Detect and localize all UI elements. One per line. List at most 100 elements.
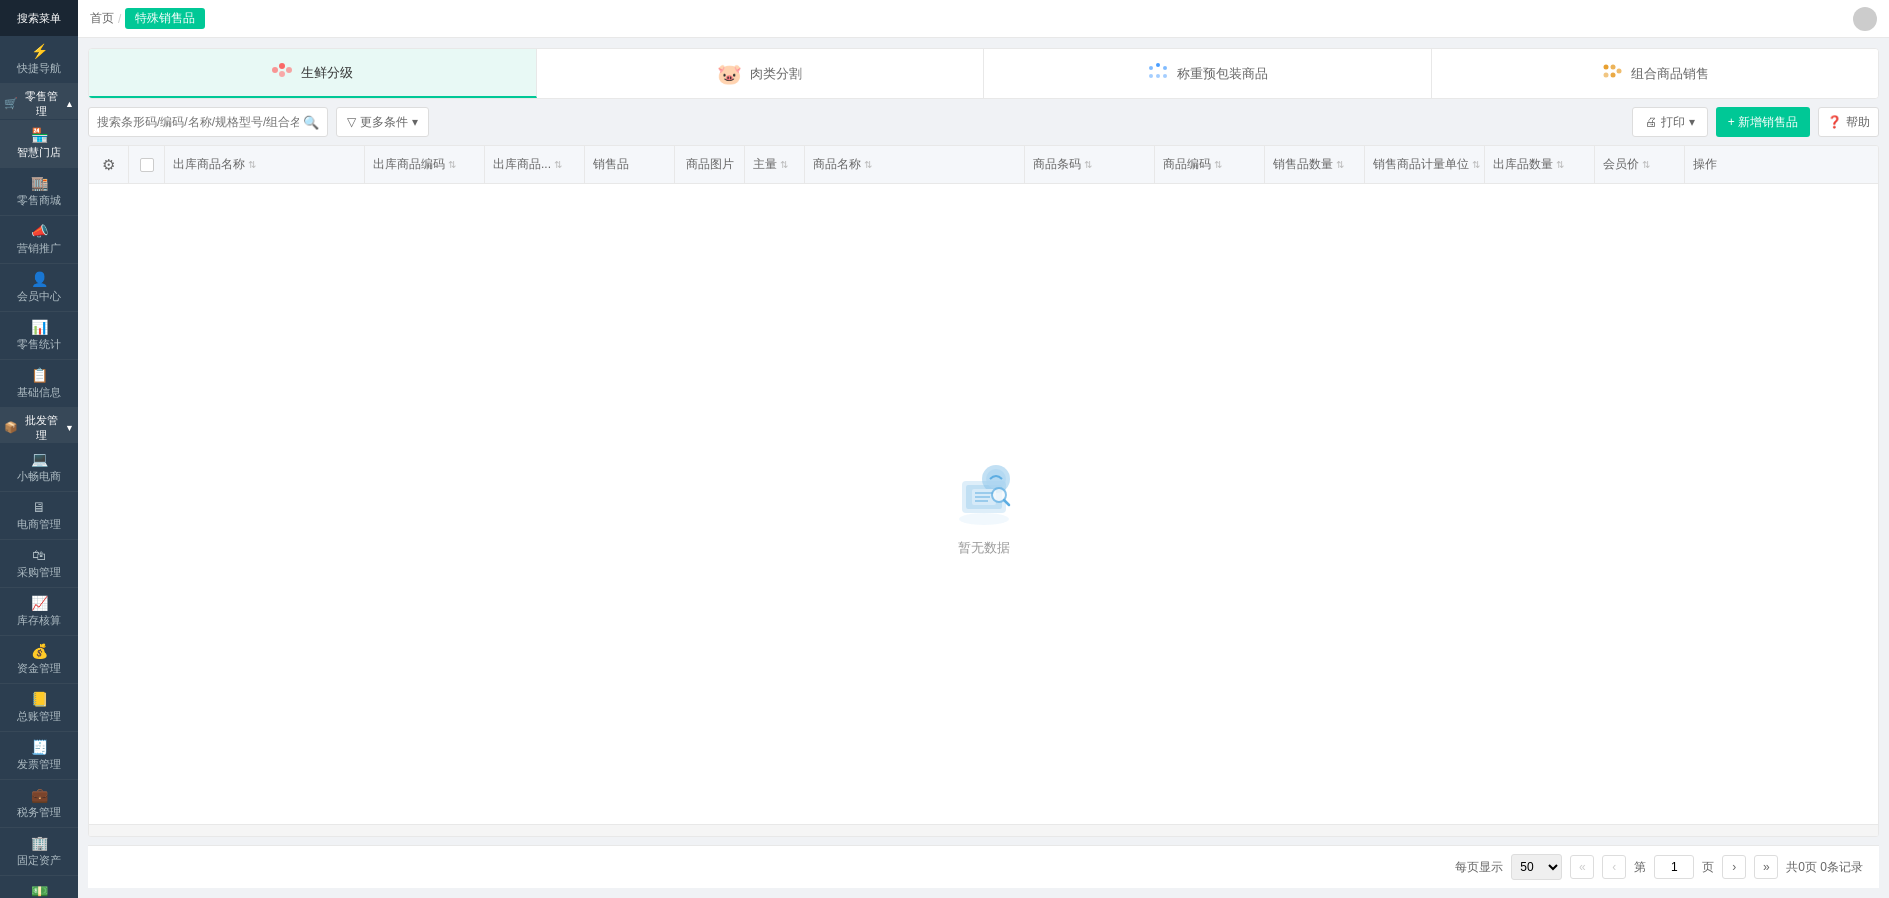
filter-button[interactable]: ▽ 更多条件 ▾: [336, 107, 429, 137]
sort-icon[interactable]: ⇅: [248, 159, 256, 170]
svg-point-19: [986, 469, 1006, 489]
sidebar-item-purchase[interactable]: 🛍 采购管理: [0, 540, 78, 588]
sidebar-item-ecommerce-mgmt[interactable]: 🖥 电商管理: [0, 492, 78, 540]
svg-point-14: [1616, 69, 1621, 74]
page-label: 第: [1634, 859, 1646, 876]
search-box[interactable]: 🔍: [88, 107, 328, 137]
sort-icon[interactable]: ⇅: [1336, 159, 1344, 170]
sort-icon[interactable]: ⇅: [780, 159, 788, 170]
table-body-empty: 暂无数据: [89, 184, 1878, 824]
th-main: 主量 ⇅: [745, 146, 805, 183]
breadcrumb-home[interactable]: 首页: [90, 10, 114, 27]
select-all-checkbox[interactable]: [140, 158, 154, 172]
sidebar-item-ecommerce-small[interactable]: 💻 小畅电商: [0, 444, 78, 492]
column-settings-icon[interactable]: ⚙: [102, 156, 115, 174]
th-out-spec: 出库商品... ⇅: [485, 146, 585, 183]
sidebar-item-inventory[interactable]: 📈 库存核算: [0, 588, 78, 636]
sort-icon[interactable]: ⇅: [448, 159, 456, 170]
sidebar-item-label: 库存核算: [17, 613, 61, 628]
svg-point-9: [1163, 74, 1167, 78]
th-action-label: 操作: [1693, 156, 1717, 173]
sidebar-item-tax[interactable]: 💼 税务管理: [0, 780, 78, 828]
sidebar-item-quick-nav[interactable]: ⚡ 快捷导航: [0, 36, 78, 84]
help-button[interactable]: ❓ 帮助: [1818, 107, 1879, 137]
sidebar-item-smart-store[interactable]: 🏪 智慧门店: [0, 120, 78, 168]
sidebar-item-label: 会员中心: [17, 289, 61, 304]
tax-icon: 💼: [31, 787, 48, 803]
invoice-icon: 🧾: [31, 739, 48, 755]
ecommerce-small-icon: 💻: [31, 451, 48, 467]
th-check[interactable]: [129, 146, 165, 183]
sort-icon[interactable]: ⇅: [1556, 159, 1564, 170]
th-out-name: 出库商品名称 ⇅: [165, 146, 365, 183]
th-setting[interactable]: ⚙: [89, 146, 129, 183]
sidebar-item-base-info[interactable]: 📋 基础信息: [0, 360, 78, 408]
sidebar-item-invoice[interactable]: 🧾 发票管理: [0, 732, 78, 780]
sidebar-section-wholesale[interactable]: 📦 批发管理 ▼: [0, 408, 78, 444]
sort-icon[interactable]: ⇅: [1472, 159, 1480, 170]
user-avatar[interactable]: [1853, 7, 1877, 31]
sort-icon[interactable]: ⇅: [554, 159, 562, 170]
next-page-button[interactable]: ›: [1722, 855, 1746, 879]
th-barcode: 商品条码 ⇅: [1025, 146, 1155, 183]
sort-icon[interactable]: ⇅: [1084, 159, 1092, 170]
sidebar-logo[interactable]: 搜索菜单: [0, 0, 78, 36]
sort-icon[interactable]: ⇅: [864, 159, 872, 170]
empty-illustration: [944, 451, 1024, 531]
th-img: 商品图片: [675, 146, 745, 183]
sidebar-item-fixed-assets[interactable]: 🏢 固定资产: [0, 828, 78, 876]
product-tabs: 生鲜分级 🐷 肉类分割 称重预包装商品: [88, 48, 1879, 99]
th-out-code-label: 出库商品编码: [373, 156, 445, 173]
tab-meat[interactable]: 🐷 肉类分割: [537, 49, 985, 98]
sidebar-item-retail-mall[interactable]: 🏬 零售商城: [0, 168, 78, 216]
filter-label: 更多条件: [360, 114, 408, 131]
table-header: ⚙ 出库商品名称 ⇅ 出库商品编码 ⇅ 出库商品... ⇅: [89, 146, 1878, 184]
last-page-button[interactable]: »: [1754, 855, 1778, 879]
retail-icon: 🛒: [4, 97, 18, 110]
tab-combo[interactable]: 组合商品销售: [1432, 49, 1879, 98]
smart-store-icon: 🏪: [31, 127, 48, 143]
marketing-icon: 📣: [31, 223, 48, 239]
svg-point-5: [1156, 63, 1160, 67]
pagination: 每页显示 50 10 20 100 « ‹ 第 页 › » 共0页 0条记录: [88, 845, 1879, 888]
sidebar-item-ledger[interactable]: 📒 总账管理: [0, 684, 78, 732]
th-member-price-label: 会员价: [1603, 156, 1639, 173]
th-sale-qty: 销售品数量 ⇅: [1265, 146, 1365, 183]
first-page-button[interactable]: «: [1570, 855, 1594, 879]
th-main-label: 主量: [753, 156, 777, 173]
search-icon[interactable]: 🔍: [303, 115, 319, 130]
svg-point-6: [1163, 66, 1167, 70]
tab-weigh[interactable]: 称重预包装商品: [984, 49, 1432, 98]
page-suffix: 页: [1702, 859, 1714, 876]
page-input[interactable]: [1654, 855, 1694, 879]
svg-point-13: [1610, 73, 1615, 78]
prev-page-button[interactable]: ‹: [1602, 855, 1626, 879]
sidebar-item-retail-stats[interactable]: 📊 零售统计: [0, 312, 78, 360]
sidebar-item-member[interactable]: 👤 会员中心: [0, 264, 78, 312]
th-name: 商品名称 ⇅: [805, 146, 1025, 183]
add-button[interactable]: + 新增销售品: [1716, 107, 1810, 137]
sidebar-item-finance[interactable]: 💰 资金管理: [0, 636, 78, 684]
per-page-select[interactable]: 50 10 20 100: [1511, 854, 1562, 880]
print-button[interactable]: 🖨 打印 ▾: [1632, 107, 1708, 137]
base-info-icon: 📋: [31, 367, 48, 383]
table-scrollbar[interactable]: [89, 824, 1878, 836]
th-sku: 商品编码 ⇅: [1155, 146, 1265, 183]
search-input[interactable]: [97, 115, 299, 129]
help-label: 帮助: [1846, 114, 1870, 131]
meat-icon: 🐷: [717, 62, 742, 86]
sidebar-item-salary[interactable]: 💵 工资: [0, 876, 78, 898]
th-sale-item-label: 销售品: [593, 156, 629, 173]
breadcrumb-current: 特殊销售品: [125, 8, 205, 29]
th-barcode-label: 商品条码: [1033, 156, 1081, 173]
sidebar-item-marketing[interactable]: 📣 营销推广: [0, 216, 78, 264]
sidebar-section-retail[interactable]: 🛒 零售管理 ▲: [0, 84, 78, 120]
tab-fresh[interactable]: 生鲜分级: [89, 49, 537, 98]
tab-combo-label: 组合商品销售: [1631, 65, 1709, 83]
th-out-spec-label: 出库商品...: [493, 156, 551, 173]
sidebar-item-label: 营销推广: [17, 241, 61, 256]
sort-icon[interactable]: ⇅: [1642, 159, 1650, 170]
add-label: + 新增销售品: [1728, 114, 1798, 131]
chevron-down-icon: ▾: [412, 115, 418, 129]
sort-icon[interactable]: ⇅: [1214, 159, 1222, 170]
